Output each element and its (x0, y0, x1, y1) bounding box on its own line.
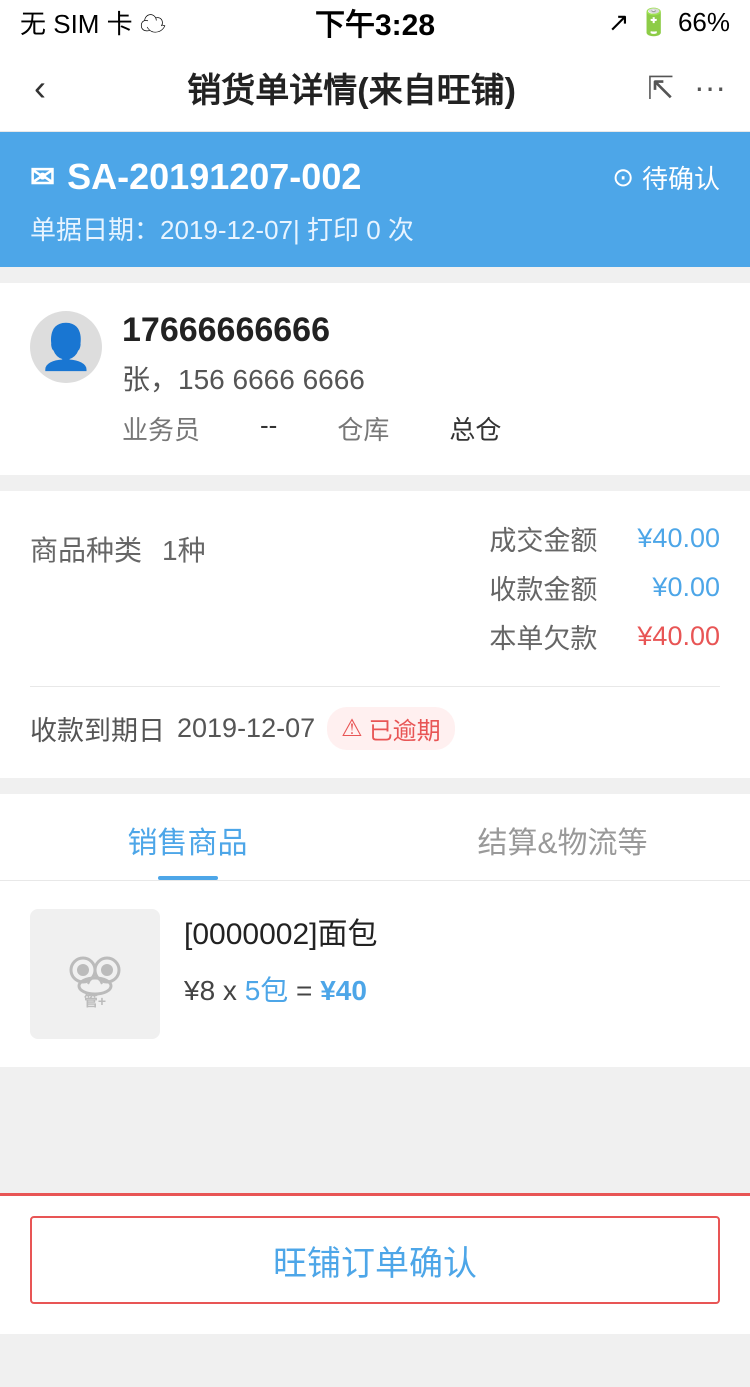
order-id: ✉ SA-20191207-002 (30, 156, 361, 198)
status-text: 待确认 (642, 159, 720, 196)
product-total: ¥40 (320, 975, 367, 1006)
tab-settlement[interactable]: 结算&物流等 (375, 794, 750, 880)
avatar: 👤 (30, 311, 102, 383)
back-button[interactable]: ‹ (24, 57, 56, 119)
warehouse-value: 总仓 (449, 410, 501, 447)
page-title: 销货单详情(来自旺铺) (187, 63, 516, 112)
due-date-label: 收款到期日 (30, 709, 165, 748)
battery-level: 66% (678, 7, 730, 38)
due-date-section: 收款到期日 2019-12-07 ⚠ 已逾期 (30, 707, 720, 750)
date-label: 单据日期： (30, 215, 160, 245)
customer-card: 👤 17666666666 张，156 6666 6666 业务员 -- 仓库 … (0, 283, 750, 475)
debt-label: 本单欠款 (489, 617, 597, 656)
svg-text:管+: 管+ (84, 993, 106, 1009)
avatar-icon: 👤 (39, 321, 94, 373)
debt-value: ¥40.00 (637, 621, 720, 652)
confirm-order-button[interactable]: 旺铺订单确认 (30, 1216, 720, 1304)
date-value: 2019-12-07 (160, 215, 293, 245)
status-right: ↗ 🔋 66% (608, 7, 730, 38)
product-logo-svg: 管+ (55, 934, 135, 1014)
overdue-text: 已逾期 (369, 711, 441, 746)
equal-sign: = (288, 975, 320, 1006)
amount-row-deal: 成交金额 ¥40.00 (489, 519, 720, 558)
order-status: ⊙ 待确认 (612, 159, 720, 196)
amounts-right: 成交金额 ¥40.00 收款金额 ¥0.00 本单欠款 ¥40.00 (489, 519, 720, 666)
tab-sales-goods[interactable]: 销售商品 (0, 794, 375, 880)
more-button[interactable]: ··· (694, 69, 726, 106)
payment-label: 收款金额 (489, 568, 597, 607)
confirm-button-container: 旺铺订单确认 (0, 1193, 750, 1334)
product-type: 商品种类 1种 (30, 519, 489, 569)
order-date-row: 单据日期：2019-12-07| 打印 0 次 (30, 210, 720, 247)
print-info: | 打印 0 次 (293, 215, 414, 245)
product-thumbnail: 管+ (30, 909, 160, 1039)
product-qty: 5包 (245, 975, 289, 1006)
product-price: ¥8 x 5包 = ¥40 (184, 969, 720, 1009)
customer-name: 张，156 6666 6666 (122, 358, 720, 398)
product-title: 面包 (317, 918, 377, 951)
status-clock-icon: ⊙ (612, 162, 634, 193)
product-item: 管+ [0000002]面包 ¥8 x 5包 = ¥40 (0, 881, 750, 1067)
price-text: ¥8 x (184, 975, 245, 1006)
order-icon: ✉ (30, 160, 55, 195)
order-id-text: SA-20191207-002 (67, 156, 361, 198)
share-button[interactable]: ⇱ (647, 69, 674, 107)
amount-row-payment: 收款金额 ¥0.00 (489, 568, 720, 607)
amount-row-debt: 本单欠款 ¥40.00 (489, 617, 720, 656)
product-type-label: 商品种类 (30, 529, 142, 569)
due-date-value: 2019-12-07 (177, 713, 315, 744)
overdue-badge: ⚠ 已逾期 (327, 707, 455, 750)
product-code: [0000002] (184, 918, 317, 951)
overdue-icon: ⚠ (341, 714, 363, 743)
status-left: 无 SIM 卡 ☁ (20, 4, 166, 41)
summary-card: 商品种类 1种 成交金额 ¥40.00 收款金额 ¥0.00 本单欠款 ¥40.… (0, 491, 750, 778)
payment-value: ¥0.00 (652, 572, 720, 603)
warehouse-label: 仓库 (337, 410, 389, 447)
product-type-value: 1种 (162, 529, 206, 569)
tabs-bar: 销售商品 结算&物流等 (0, 794, 750, 881)
nav-actions: ⇱ ··· (647, 69, 726, 107)
status-bar: 无 SIM 卡 ☁ 下午3:28 ↗ 🔋 66% (0, 0, 750, 44)
salesman-value: -- (260, 410, 277, 447)
signal-icon: ↗ (608, 7, 630, 38)
deal-amount-value: ¥40.00 (637, 523, 720, 554)
customer-phone: 17666666666 (122, 311, 720, 350)
product-name: [0000002]面包 (184, 909, 720, 953)
divider (30, 686, 720, 687)
status-time: 下午3:28 (315, 0, 435, 44)
customer-meta: 业务员 -- 仓库 总仓 (122, 410, 720, 447)
no-sim-label: 无 SIM 卡 ☁ (20, 9, 166, 39)
salesman-label: 业务员 (122, 410, 200, 447)
nav-bar: ‹ 销货单详情(来自旺铺) ⇱ ··· (0, 44, 750, 132)
product-info: [0000002]面包 ¥8 x 5包 = ¥40 (184, 909, 720, 1009)
customer-info: 17666666666 张，156 6666 6666 业务员 -- 仓库 总仓 (122, 311, 720, 447)
battery-icon: 🔋 (638, 7, 670, 38)
order-banner: ✉ SA-20191207-002 ⊙ 待确认 单据日期：2019-12-07|… (0, 132, 750, 267)
deal-amount-label: 成交金额 (489, 519, 597, 558)
